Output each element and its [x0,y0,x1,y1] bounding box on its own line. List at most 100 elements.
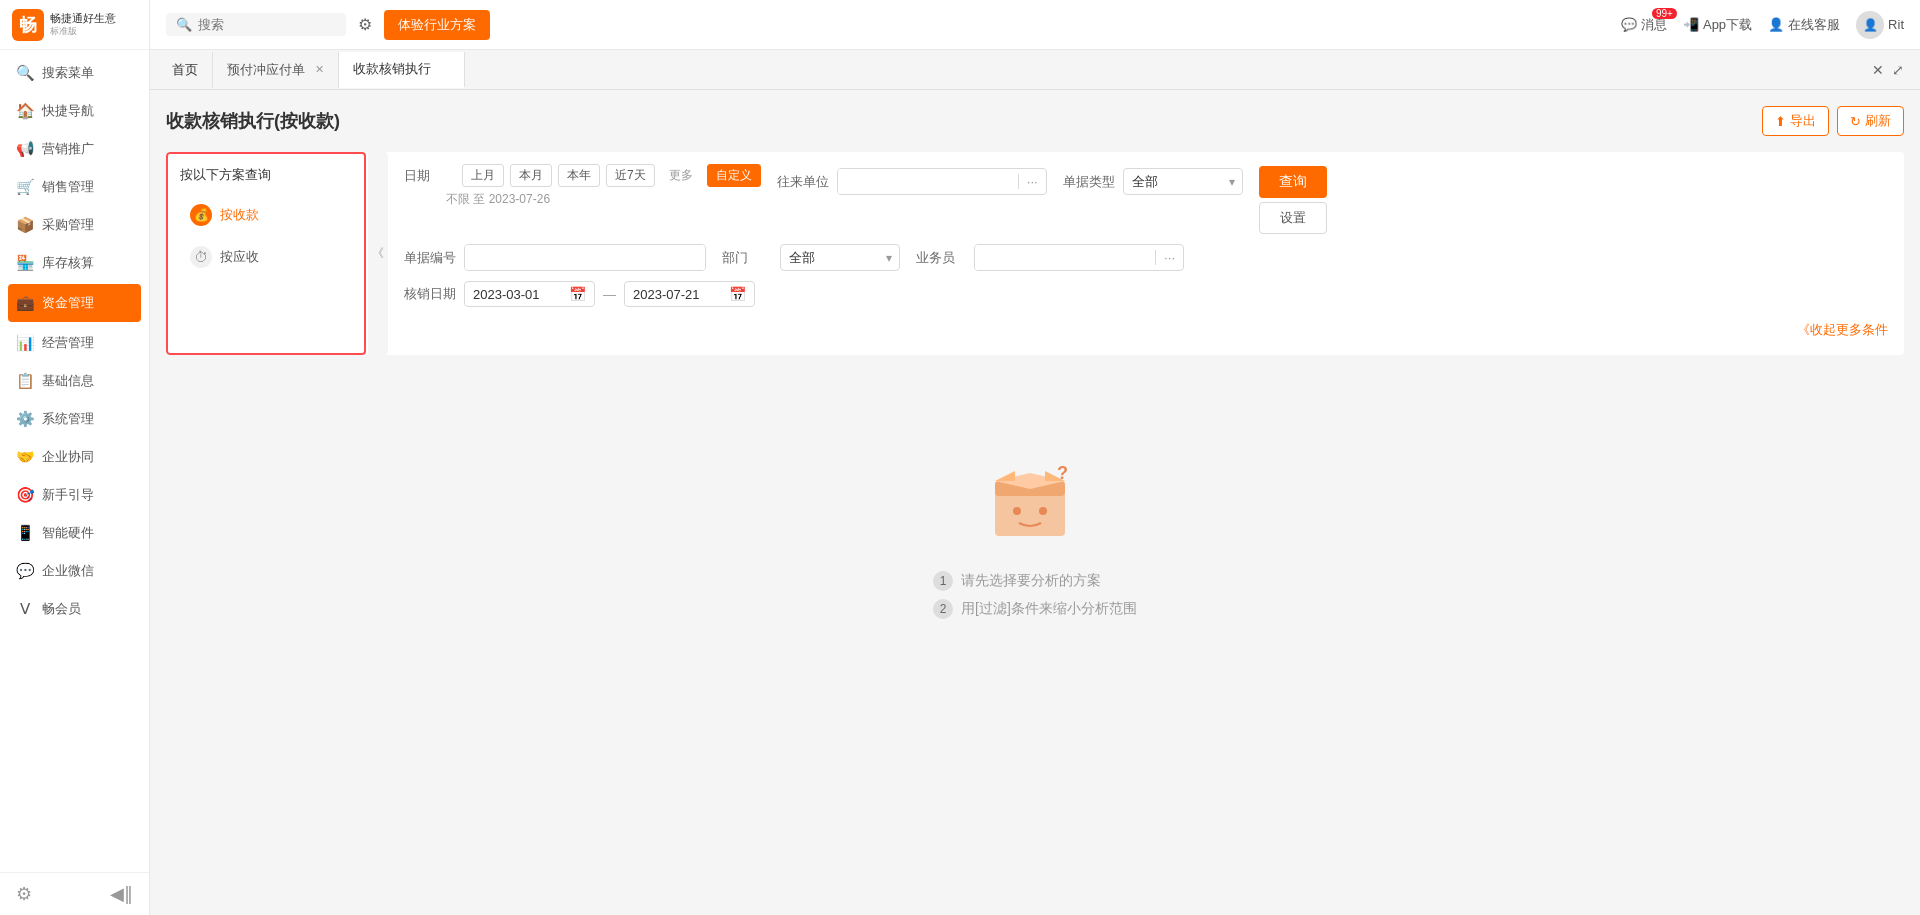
cooperation-icon: 🤝 [16,448,34,466]
topbar-msg-btn[interactable]: 💬 消息 99+ [1621,16,1667,34]
topbar-gear-icon[interactable]: ⚙ [358,15,372,34]
sidebar-item-cooperation[interactable]: 🤝 企业协同 [0,438,149,476]
docnumber-group: 单据编号 [404,244,706,271]
svg-point-6 [1039,507,1047,515]
export-icon: ⬆ [1775,114,1786,129]
tab-collection[interactable]: 收款核销执行 ✕ [339,52,465,88]
filter-type-by-receivable[interactable]: ⏱ 按应收 [180,238,352,276]
doctype-select[interactable]: 全部 [1123,168,1243,195]
date-range-display: 不限 至 2023-07-26 [404,191,761,208]
sidebar-nav: 🔍 搜索菜单 🏠 快捷导航 📢 营销推广 🛒 销售管理 📦 采购管理 🏪 库存核… [0,50,149,872]
collapse-arrow-area: 《 [366,152,388,355]
purchase-icon: 📦 [16,216,34,234]
dept-select[interactable]: 全部 [780,244,900,271]
sidebar-item-operations-label: 经营管理 [42,334,94,352]
megaphone-icon: 📢 [16,140,34,158]
tab-prepay[interactable]: 预付冲应付单 ✕ [213,52,339,88]
date-btn-last-month[interactable]: 上月 [462,164,504,187]
logo-area: 畅 畅捷通好生意 标准版 [0,0,149,50]
sidebar-item-quicknav[interactable]: 🏠 快捷导航 [0,92,149,130]
filter-type-by-collection[interactable]: 💰 按收款 [180,196,352,234]
collapse-more-label: 收起更多条件 [1810,321,1888,339]
tab-collection-close[interactable]: ✕ [441,62,450,75]
tab-close-all-btn[interactable]: ✕ [1872,62,1884,78]
search-icon: 🔍 [16,64,34,82]
topbar-app-btn[interactable]: 📲 App下载 [1683,16,1752,34]
sidebar-item-system[interactable]: ⚙️ 系统管理 [0,400,149,438]
industry-btn[interactable]: 体验行业方案 [384,10,490,40]
sidebar-item-search-label: 搜索菜单 [42,64,94,82]
settings-btn[interactable]: 设置 [1259,202,1327,234]
collapse-sidebar-btn[interactable]: ◀‖ [110,883,133,905]
filter-collapse-btn[interactable]: 《 [368,152,388,355]
date-btn-7days[interactable]: 近7天 [606,164,655,187]
sidebar-item-basic[interactable]: 📋 基础信息 [0,362,149,400]
counterpart-input[interactable] [838,169,1018,194]
sidebar-item-operations[interactable]: 📊 经营管理 [0,324,149,362]
filter-right-panel: 日期 上月 本月 本年 近7天 更多 自定义 不限 至 2023-07-26 [388,152,1904,355]
date-btn-more[interactable]: 更多 [661,165,701,186]
sidebar-item-wechat[interactable]: 💬 企业微信 [0,552,149,590]
counterpart-search-btn[interactable]: ··· [1018,174,1046,189]
counterpart-group: 往来单位 ··· [777,168,1047,195]
staff-search-btn[interactable]: ··· [1155,250,1183,265]
export-btn[interactable]: ⬆ 导出 [1762,106,1829,136]
sidebar-item-sales[interactable]: 🛒 销售管理 [0,168,149,206]
sidebar-item-inventory[interactable]: 🏪 库存核算 [0,244,149,282]
topbar-search-input[interactable] [198,17,338,32]
settings-footer-icon[interactable]: ⚙ [16,883,32,905]
date-btn-this-year[interactable]: 本年 [558,164,600,187]
sidebar-item-basic-label: 基础信息 [42,372,94,390]
collection-icon: 💰 [190,204,212,226]
verify-date-start-field[interactable]: 2023-03-01 [473,287,563,302]
refresh-btn[interactable]: ↻ 刷新 [1837,106,1904,136]
inventory-icon: 🏪 [16,254,34,272]
date-btn-custom[interactable]: 自定义 [707,164,761,187]
tab-maximize-btn[interactable]: ⤢ [1892,62,1904,78]
date-range-separator: — [603,287,616,302]
date-btn-this-month[interactable]: 本月 [510,164,552,187]
sidebar-item-purchase[interactable]: 📦 采购管理 [0,206,149,244]
receivable-icon: ⏱ [190,246,212,268]
refresh-icon: ↻ [1850,114,1861,129]
collapse-more-btn[interactable]: 《 收起更多条件 [404,317,1888,343]
dept-group: 部门 全部 [722,244,900,271]
sidebar-item-purchase-label: 采购管理 [42,216,94,234]
logo-icon: 畅 [12,9,44,41]
docnumber-label: 单据编号 [404,249,456,267]
staff-input[interactable] [975,245,1155,270]
tab-home[interactable]: 首页 [158,52,213,88]
counterpart-input-group: ··· [837,168,1047,195]
sidebar-item-marketing[interactable]: 📢 营销推广 [0,130,149,168]
empty-hint-2: 2 用[过滤]条件来缩小分析范围 [933,599,1137,619]
sidebar-item-search[interactable]: 🔍 搜索菜单 [0,54,149,92]
sidebar-item-guide[interactable]: 🎯 新手引导 [0,476,149,514]
staff-group: 业务员 ··· [916,244,1184,271]
service-icon: 👤 [1768,17,1784,32]
sidebar-item-member[interactable]: Ⅴ 畅会员 [0,590,149,628]
verify-date-end-field[interactable]: 2023-07-21 [633,287,723,302]
tab-collection-label: 收款核销执行 [353,60,431,78]
topbar: 🔍 ⚙ 体验行业方案 💬 消息 99+ 📲 App下载 👤 在线客服 👤 [150,0,1920,50]
query-btn[interactable]: 查询 [1259,166,1327,198]
sidebar-item-hardware-label: 智能硬件 [42,524,94,542]
app-label: App下载 [1703,16,1752,34]
empty-state: ? 1 请先选择要分析的方案 2 用[过滤]条件来缩小分析范围 [166,371,1904,699]
sidebar-item-hardware[interactable]: 📱 智能硬件 [0,514,149,552]
topbar-search-area: 🔍 [166,13,346,36]
filter-type-receivable-label: 按应收 [220,248,259,266]
user-name: Rit [1888,17,1904,32]
sidebar-item-finance[interactable]: 💼 资金管理 [8,284,141,322]
topbar-service-btn[interactable]: 👤 在线客服 [1768,16,1840,34]
sidebar-item-member-label: 畅会员 [42,600,81,618]
tab-prepay-close[interactable]: ✕ [315,63,324,76]
topbar-right-area: 💬 消息 99+ 📲 App下载 👤 在线客服 👤 Rit [1621,11,1904,39]
counterpart-label: 往来单位 [777,173,829,191]
main-area: 🔍 ⚙ 体验行业方案 💬 消息 99+ 📲 App下载 👤 在线客服 👤 [150,0,1920,915]
staff-input-group: ··· [974,244,1184,271]
docnumber-input[interactable] [465,245,705,270]
doctype-select-wrapper: 全部 [1123,168,1243,195]
topbar-user-area[interactable]: 👤 Rit [1856,11,1904,39]
doctype-group: 单据类型 全部 [1063,168,1243,195]
sidebar-item-marketing-label: 营销推广 [42,140,94,158]
